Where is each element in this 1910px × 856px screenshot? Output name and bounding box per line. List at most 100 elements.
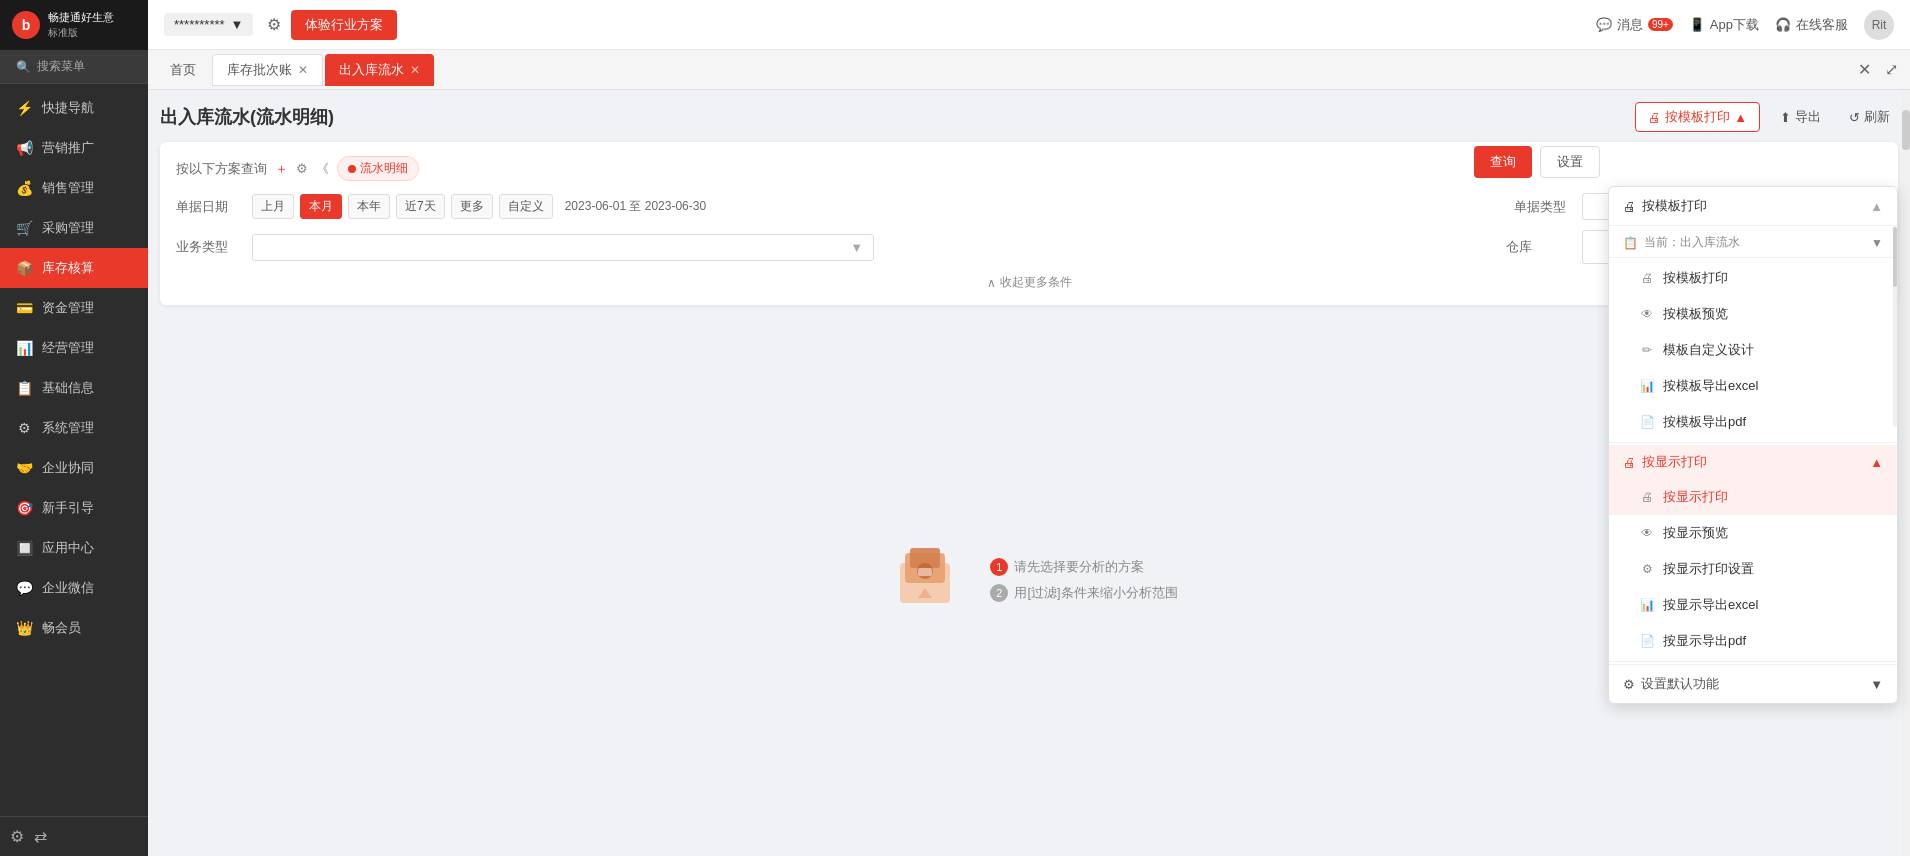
template-preview-icon: 👁 [1639,306,1655,322]
action-buttons: 查询 设置 [1474,146,1600,178]
export-button[interactable]: ⬆ 导出 [1772,104,1829,130]
search-menu[interactable]: 🔍 搜索菜单 [0,50,148,84]
sidebar-item-cooperation[interactable]: 🤝 企业协同 [0,448,148,488]
industry-solution-button[interactable]: 体验行业方案 [291,10,397,40]
export-icon: ⬆ [1780,110,1791,125]
dp-section-arrow: ▲ [1870,455,1883,470]
date-btn-more[interactable]: 更多 [451,194,493,219]
filter-add-button[interactable]: ＋ [275,160,288,178]
tutorial-icon: 🎯 [14,498,34,518]
date-btn-this-month[interactable]: 本月 [300,194,342,219]
user-selector[interactable]: ********** ▼ [164,13,253,36]
dp-item-template-preview[interactable]: 👁 按模板预览 [1609,296,1897,332]
sidebar-item-wechat[interactable]: 💬 企业微信 [0,568,148,608]
tab-batch-ledger-close[interactable]: ✕ [298,63,308,77]
display-print-icon: 🖨 [1639,489,1655,505]
close-all-tabs-button[interactable]: ✕ [1854,58,1875,81]
current-icon: 📋 [1623,236,1638,250]
app-download-icon: 📱 [1689,17,1705,32]
user-profile-button[interactable]: Rit [1864,10,1894,40]
print-template-button[interactable]: 🖨 按模板打印 ▲ [1635,102,1760,132]
filter-settings-button[interactable]: ⚙ [296,161,308,176]
printer-icon-dp: 🖨 [1623,199,1636,214]
sidebar-item-purchase[interactable]: 🛒 采购管理 [0,208,148,248]
message-icon: 💬 [1596,17,1612,32]
display-pdf-icon: 📄 [1639,633,1655,649]
display-settings-icon: ⚙ [1639,561,1655,577]
settings-button[interactable]: 设置 [1540,146,1600,178]
date-btn-this-year[interactable]: 本年 [348,194,390,219]
svg-rect-4 [918,568,932,576]
date-btn-custom[interactable]: 自定义 [499,194,553,219]
biz-type-select[interactable]: ▼ [252,234,874,261]
dp-item-template-custom[interactable]: ✏ 模板自定义设计 [1609,332,1897,368]
sidebar-item-operations[interactable]: 📊 经营管理 [0,328,148,368]
template-pdf-icon: 📄 [1639,414,1655,430]
page-actions: 🖨 按模板打印 ▲ ⬆ 导出 ↺ 刷新 [1635,102,1898,132]
sidebar-bottom: ⚙ ⇄ [0,816,148,856]
dp-header: 🖨 按模板打印 ▲ [1609,187,1897,226]
dp-sub-arrow: ▼ [1871,236,1883,250]
dp-section-display[interactable]: 🖨 按显示打印 ▲ [1609,445,1897,479]
dp-divider-2 [1609,442,1897,443]
print-dropdown-panel: 🖨 按模板打印 ▲ 📋 当前：出入库流水 ▼ 🖨 按模板打印 👁 按模板预览 [1608,186,1898,704]
dp-item-template-print[interactable]: 🖨 按模板打印 [1609,260,1897,296]
dp-item-template-excel[interactable]: 📊 按模板导出excel [1609,368,1897,404]
date-btn-last-month[interactable]: 上月 [252,194,294,219]
filter-collapse-button[interactable]: 《 [316,160,329,178]
message-button[interactable]: 💬 消息 99+ [1596,16,1673,34]
sidebar-item-sales[interactable]: 💰 销售管理 [0,168,148,208]
query-button[interactable]: 查询 [1474,146,1532,178]
dp-scrollbar[interactable] [1893,227,1897,427]
printer-icon: 🖨 [1648,110,1661,125]
dp-item-display-excel[interactable]: 📊 按显示导出excel [1609,587,1897,623]
sidebar-item-vip[interactable]: 👑 畅会员 [0,608,148,648]
sidebar-collapse-button[interactable]: ⇄ [34,827,47,846]
topbar-gear-button[interactable]: ⚙ [267,15,281,34]
expand-tabs-button[interactable]: ⤢ [1881,58,1902,81]
right-scrollbar-thumb[interactable] [1902,110,1910,150]
date-btn-last-7-days[interactable]: 近7天 [396,194,445,219]
template-custom-icon: ✏ [1639,342,1655,358]
sidebar-item-marketing[interactable]: 📢 营销推广 [0,128,148,168]
date-filter-label: 单据日期 [176,198,236,216]
collapse-link[interactable]: ∧ 收起更多条件 [987,274,1072,291]
refresh-button[interactable]: ↺ 刷新 [1841,104,1898,130]
date-range-display: 2023-06-01 至 2023-06-30 [565,198,706,215]
sidebar-item-system[interactable]: ⚙ 系统管理 [0,408,148,448]
dp-item-display-settings[interactable]: ⚙ 按显示打印设置 [1609,551,1897,587]
message-badge: 99+ [1648,18,1673,31]
avatar: Rit [1864,10,1894,40]
sidebar-settings-button[interactable]: ⚙ [10,827,24,846]
sidebar-item-app-center[interactable]: 🔲 应用中心 [0,528,148,568]
tab-flow-close[interactable]: ✕ [410,63,420,77]
dp-collapse-arrow[interactable]: ▲ [1870,199,1883,214]
sidebar-item-inventory[interactable]: 📦 库存核算 [0,248,148,288]
tab-flow[interactable]: 出入库流水 ✕ [325,54,434,86]
sidebar-item-finance[interactable]: 💳 资金管理 [0,288,148,328]
filter-title: 按以下方案查询 [176,160,267,178]
tab-batch-ledger[interactable]: 库存批次账 ✕ [212,54,323,86]
display-preview-icon: 👁 [1639,525,1655,541]
dp-item-display-pdf[interactable]: 📄 按显示导出pdf [1609,623,1897,659]
sidebar-item-tutorial[interactable]: 🎯 新手引导 [0,488,148,528]
template-excel-icon: 📊 [1639,378,1655,394]
tab-flow-label: 出入库流水 [339,61,404,79]
customer-service-button[interactable]: 🎧 在线客服 [1775,16,1848,34]
filter-tag: 流水明细 [337,156,419,181]
dp-scrollbar-thumb[interactable] [1893,227,1897,287]
dp-footer[interactable]: ⚙ 设置默认功能 ▼ [1609,664,1897,703]
biz-type-label: 业务类型 [176,238,236,256]
sidebar-nav: ⚡ 快捷导航 📢 营销推广 💰 销售管理 🛒 采购管理 📦 库存核算 💳 资金管… [0,84,148,816]
dp-item-template-pdf[interactable]: 📄 按模板导出pdf [1609,404,1897,440]
sidebar-item-quick-nav[interactable]: ⚡ 快捷导航 [0,88,148,128]
dp-item-display-preview[interactable]: 👁 按显示预览 [1609,515,1897,551]
dp-item-display-print[interactable]: 🖨 按显示打印 [1609,479,1897,515]
tab-home[interactable]: 首页 [156,54,210,86]
right-scrollbar[interactable] [1902,90,1910,856]
app-logo[interactable]: b 畅捷通好生意 标准版 [0,0,148,50]
app-download-button[interactable]: 📱 App下载 [1689,16,1759,34]
marketing-icon: 📢 [14,138,34,158]
topbar-left: ********** ▼ ⚙ 体验行业方案 [164,10,397,40]
sidebar-item-basic-info[interactable]: 📋 基础信息 [0,368,148,408]
